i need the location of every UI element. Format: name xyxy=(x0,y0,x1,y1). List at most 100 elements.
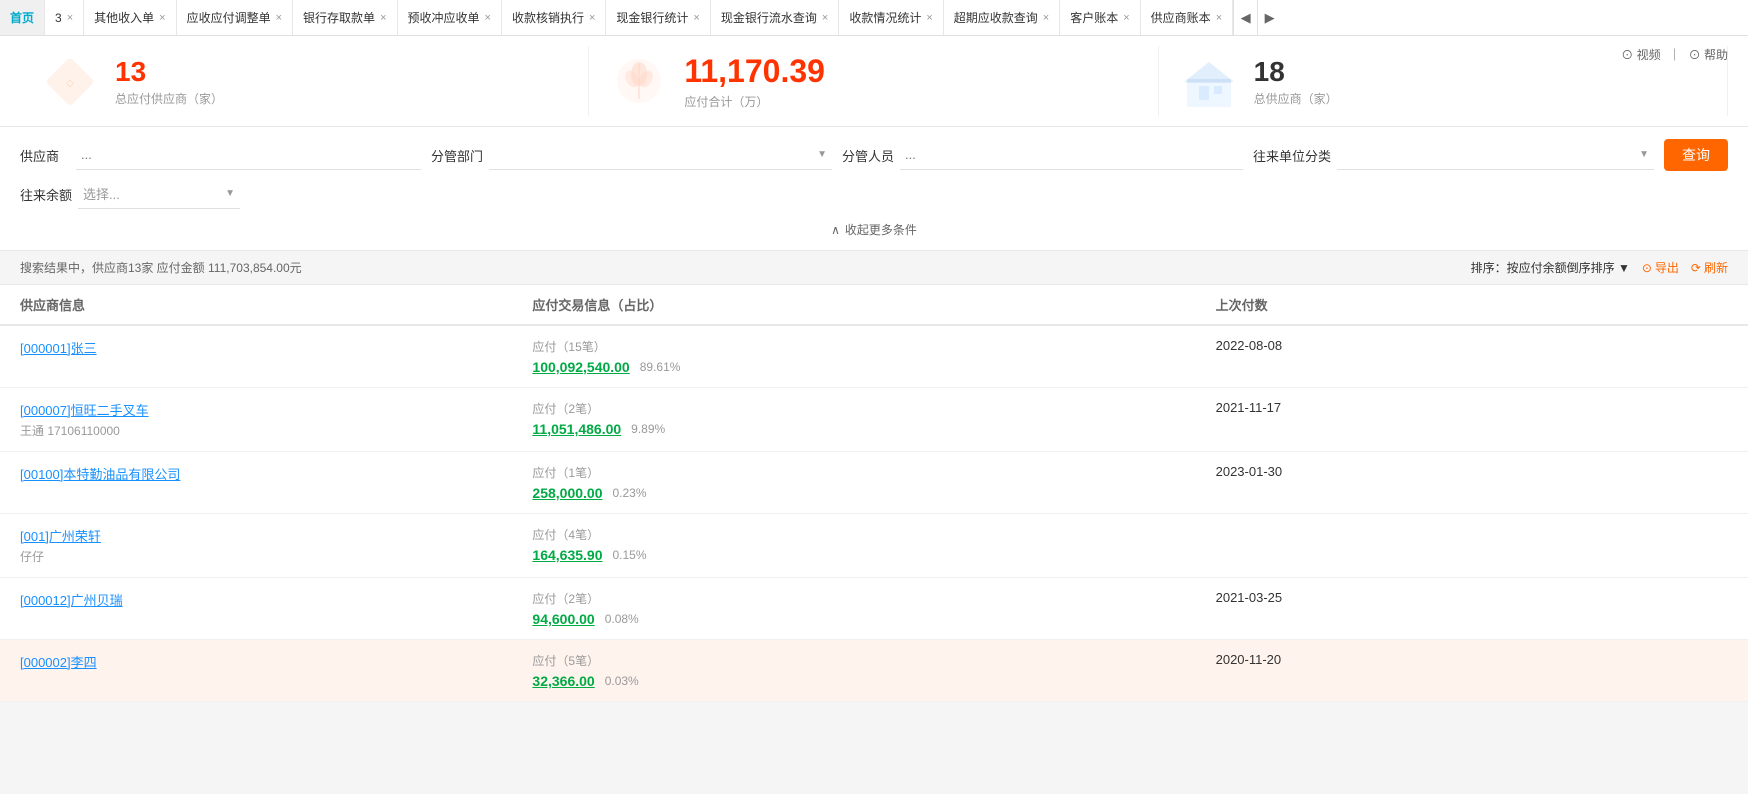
top-nav: 首页 3 × 其他收入单 × 应收应付调整单 × 银行存取款单 × 预收冲应收单… xyxy=(0,0,1748,36)
transaction-amount-3[interactable]: 258,000.00 xyxy=(532,485,602,501)
payable-total-label: 应付合计（万） xyxy=(684,93,825,110)
balance-select[interactable]: 选择... ▼ xyxy=(78,179,240,209)
total-suppliers-number: 18 xyxy=(1254,55,1338,89)
transaction-col-4: 应付（4笔） 164,635.90 0.15% xyxy=(532,526,1215,563)
last-payment-date-2: 2021-11-17 xyxy=(1216,400,1282,415)
filter-dept: 分管部门 ▼ xyxy=(431,140,832,170)
transaction-amount-1[interactable]: 100,092,540.00 xyxy=(532,359,629,375)
supplier-input[interactable] xyxy=(76,140,421,170)
transaction-amount-6[interactable]: 32,366.00 xyxy=(532,673,594,689)
supplier-link-5[interactable]: [000012]广州贝瑞 xyxy=(20,593,123,608)
table-row: [000002]李四 应付（5笔） 32,366.00 0.03% 2020-1… xyxy=(0,640,1748,702)
nav-tab-customer-ledger-close[interactable]: × xyxy=(1123,12,1129,24)
last-payment-col-3: 2023-01-30 xyxy=(1216,464,1728,479)
nav-prev-arrow[interactable]: ◀ xyxy=(1233,0,1257,36)
balance-label: 往来余额 xyxy=(20,185,72,204)
nav-next-arrow[interactable]: ▶ xyxy=(1257,0,1281,36)
payable-total-number: 11,170.39 xyxy=(684,52,825,90)
link-separator: ｜ xyxy=(1669,46,1681,63)
nav-tab-supplier-ledger[interactable]: 供应商账本 × xyxy=(1141,0,1233,36)
nav-tab-bank[interactable]: 银行存取款单 × xyxy=(293,0,397,36)
collapse-button[interactable]: ∧ 收起更多条件 xyxy=(20,217,1728,242)
filter-category: 往来单位分类 ▼ xyxy=(1253,140,1654,170)
stat-payable-suppliers-content: 13 总应付供应商（家） xyxy=(115,55,223,108)
payable-suppliers-number: 13 xyxy=(115,55,223,89)
results-right: 排序：按应付余额倒序排序 ▼ ⊙ 导出 ⟳ 刷新 xyxy=(1471,259,1728,276)
supplier-col-3: [00100]本特勤油品有限公司 xyxy=(20,464,532,483)
supplier-col-5: [000012]广州贝瑞 xyxy=(20,590,532,609)
supplier-link-4[interactable]: [001]广州荣轩 xyxy=(20,529,101,544)
nav-tab-ar-adjustment[interactable]: 应收应付调整单 × xyxy=(177,0,293,36)
supplier-label: 供应商 xyxy=(20,146,70,165)
transaction-col-1: 应付（15笔） 100,092,540.00 89.61% xyxy=(532,338,1215,375)
total-suppliers-label: 总供应商（家） xyxy=(1254,90,1338,107)
transaction-pct-2: 9.89% xyxy=(631,422,665,436)
sort-label[interactable]: 排序：按应付余额倒序排序 ▼ xyxy=(1471,259,1630,276)
nav-tab-cash-stat[interactable]: 现金银行统计 × xyxy=(606,0,710,36)
supplier-link-6[interactable]: [000002]李四 xyxy=(20,655,97,670)
collapse-arrow-icon: ∧ xyxy=(831,223,840,237)
nav-tab-other-income-label: 其他收入单 xyxy=(94,9,154,26)
nav-tab-bank-close[interactable]: × xyxy=(380,12,386,24)
supplier-link-3[interactable]: [00100]本特勤油品有限公司 xyxy=(20,467,180,482)
transaction-pct-6: 0.03% xyxy=(605,674,639,688)
nav-tab-customer-ledger[interactable]: 客户账本 × xyxy=(1060,0,1140,36)
supplier-col-4: [001]广州荣轩 仔仔 xyxy=(20,526,532,565)
category-select[interactable]: ▼ xyxy=(1337,140,1654,170)
nav-tab-receipt-stat[interactable]: 收款情况统计 × xyxy=(839,0,943,36)
nav-tab-ar-adjustment-label: 应收应付调整单 xyxy=(187,9,271,26)
transaction-col-2: 应付（2笔） 11,051,486.00 9.89% xyxy=(532,400,1215,437)
nav-tab-other-income-close[interactable]: × xyxy=(159,12,165,24)
nav-tab-cash-flow[interactable]: 现金银行流水查询 × xyxy=(711,0,839,36)
filter-balance: 往来余额 选择... ▼ xyxy=(20,179,240,209)
nav-tab-3-close[interactable]: × xyxy=(67,12,73,24)
stats-bar: ◇ 13 总应付供应商（家） 11,170.39 应付合计（万） xyxy=(0,36,1748,127)
transaction-label-3: 应付（1笔） xyxy=(532,464,1215,481)
store-icon xyxy=(1179,51,1239,111)
nav-tab-cash-stat-close[interactable]: × xyxy=(693,12,699,24)
refresh-button[interactable]: ⟳ 刷新 xyxy=(1691,259,1728,276)
nav-tab-receipt[interactable]: 收款核销执行 × xyxy=(502,0,606,36)
nav-tab-overdue-close[interactable]: × xyxy=(1043,12,1049,24)
nav-tab-supplier-ledger-close[interactable]: × xyxy=(1216,12,1222,24)
supplier-col-1: [000001]张三 xyxy=(20,338,532,357)
nav-tab-other-income[interactable]: 其他收入单 × xyxy=(84,0,176,36)
export-button[interactable]: ⊙ 导出 xyxy=(1642,259,1679,276)
filter-supplier: 供应商 xyxy=(20,140,421,170)
category-dropdown-icon: ▼ xyxy=(1639,149,1649,160)
nav-tab-supplier-ledger-label: 供应商账本 xyxy=(1151,9,1211,26)
filter-row-1: 供应商 分管部门 ▼ 分管人员 往来单位分类 ▼ 查询 xyxy=(20,139,1728,171)
nav-tab-cash-flow-close[interactable]: × xyxy=(822,12,828,24)
nav-tab-prepay-label: 预收冲应收单 xyxy=(408,9,480,26)
nav-tab-home[interactable]: 首页 xyxy=(0,0,45,36)
nav-tab-receipt-close[interactable]: × xyxy=(589,12,595,24)
refresh-label: 刷新 xyxy=(1704,259,1728,276)
nav-tab-prepay-close[interactable]: × xyxy=(485,12,491,24)
person-input[interactable] xyxy=(900,140,1243,170)
last-payment-col-6: 2020-11-20 xyxy=(1216,652,1728,667)
transaction-pct-3: 0.23% xyxy=(612,486,646,500)
nav-tab-receipt-stat-close[interactable]: × xyxy=(926,12,932,24)
export-icon: ⊙ xyxy=(1642,261,1652,275)
last-payment-col-1: 2022-08-08 xyxy=(1216,338,1728,353)
transaction-amount-2[interactable]: 11,051,486.00 xyxy=(532,421,621,437)
help-link[interactable]: ⊙ 帮助 xyxy=(1689,46,1728,63)
balance-dropdown-icon: ▼ xyxy=(225,188,235,199)
supplier-link-2[interactable]: [000007]恒旺二手叉车 xyxy=(20,403,149,418)
export-label: 导出 xyxy=(1655,259,1679,276)
nav-tab-overdue[interactable]: 超期应收款查询 × xyxy=(944,0,1060,36)
nav-tab-ar-adjustment-close[interactable]: × xyxy=(276,12,282,24)
svg-text:◇: ◇ xyxy=(66,78,74,89)
transaction-amount-4[interactable]: 164,635.90 xyxy=(532,547,602,563)
transaction-amount-5[interactable]: 94,600.00 xyxy=(532,611,594,627)
video-link[interactable]: ⊙ 视频 xyxy=(1621,46,1660,63)
dept-select[interactable]: ▼ xyxy=(489,140,832,170)
header-supplier: 供应商信息 xyxy=(20,295,532,314)
category-label: 往来单位分类 xyxy=(1253,146,1331,165)
search-button[interactable]: 查询 xyxy=(1664,139,1728,171)
supplier-link-1[interactable]: [000001]张三 xyxy=(20,341,97,356)
collapse-label: 收起更多条件 xyxy=(845,221,917,238)
nav-tab-3[interactable]: 3 × xyxy=(45,0,84,36)
nav-tab-prepay[interactable]: 预收冲应收单 × xyxy=(398,0,502,36)
table-row: [000012]广州贝瑞 应付（2笔） 94,600.00 0.08% 2021… xyxy=(0,578,1748,640)
